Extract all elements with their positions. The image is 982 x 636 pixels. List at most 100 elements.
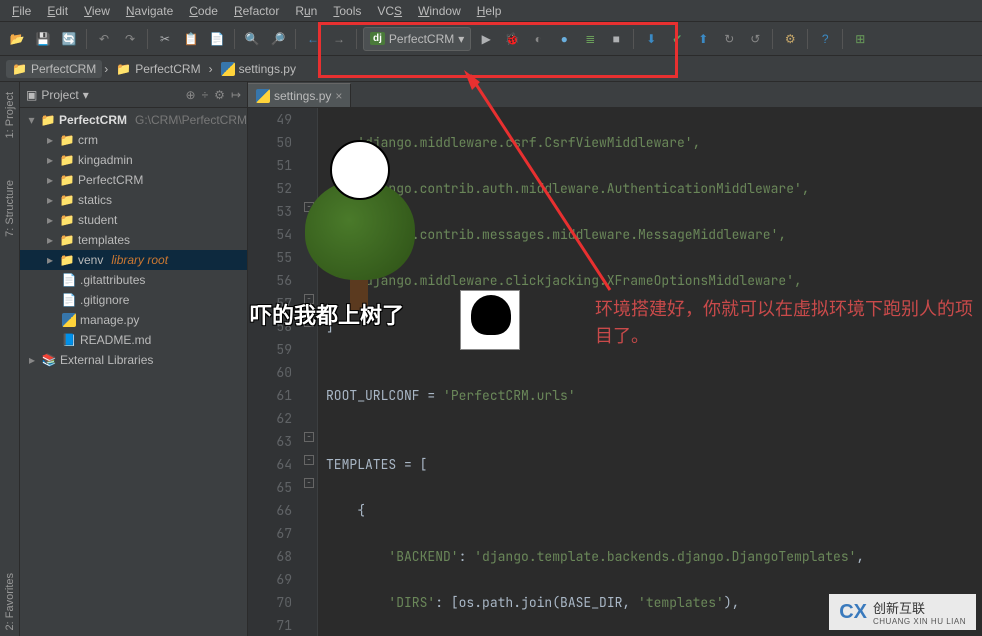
vcs-push-icon[interactable]: ⬆: [692, 28, 714, 50]
structure-tool-tab[interactable]: 7: Structure: [2, 174, 18, 243]
debug-button[interactable]: 🐞: [501, 28, 523, 50]
tree-folder-perfectcrm[interactable]: ▸ 📁 PerfectCRM: [20, 170, 247, 190]
chevron-right-icon: ›: [104, 62, 108, 76]
watermark-brand-py: CHUANG XIN HU LIAN: [873, 617, 966, 626]
chevron-down-icon: ▾: [458, 32, 464, 46]
project-view-icon: ▣: [26, 88, 37, 102]
left-tool-gutter: 1: Project 7: Structure 2: Favorites: [0, 82, 20, 636]
collapse-all-icon[interactable]: ⊕: [186, 88, 196, 102]
breadcrumb-folder[interactable]: 📁 PerfectCRM: [110, 60, 206, 78]
expand-icon[interactable]: ▸: [26, 353, 38, 367]
watermark: CX 创新互联 CHUANG XIN HU LIAN: [829, 594, 976, 630]
profile-button[interactable]: ●: [553, 28, 575, 50]
folder-icon: 📁: [41, 113, 55, 127]
open-icon[interactable]: 📂: [6, 28, 28, 50]
meme-sticker-tree: 吓的我都上树了: [300, 170, 420, 310]
expand-icon[interactable]: ▸: [44, 213, 56, 227]
toolbar: 📂 💾 🔄 ↶ ↷ ✂ 📋 📄 🔍 🔎 ← → dj PerfectCRM ▾ …: [0, 22, 982, 56]
tree-file-gitignore[interactable]: 📄 .gitignore: [20, 290, 247, 310]
menu-code[interactable]: Code: [181, 2, 226, 20]
library-folder-icon: 📁: [60, 253, 74, 267]
tree-root[interactable]: ▾ 📁 PerfectCRM G:\CRM\PerfectCRM: [20, 110, 247, 130]
project-panel: ▣ Project ▾ ⊕ ÷ ⚙ ↦ ▾ 📁 PerfectCRM G:\CR…: [20, 82, 248, 636]
text-file-icon: 📄: [62, 293, 76, 307]
breadcrumb-file[interactable]: settings.py: [215, 60, 302, 78]
vcs-revert-icon[interactable]: ↺: [744, 28, 766, 50]
breadcrumb-root[interactable]: 📁 PerfectCRM: [6, 60, 102, 78]
editor-tab-bar: settings.py ×: [248, 82, 982, 108]
close-tab-icon[interactable]: ×: [335, 89, 342, 103]
help-icon[interactable]: ?: [814, 28, 836, 50]
project-tool-tab[interactable]: 1: Project: [2, 86, 18, 144]
menu-vcs[interactable]: VCS: [369, 2, 410, 20]
run-button[interactable]: ▶: [475, 28, 497, 50]
expand-icon[interactable]: ▸: [44, 173, 56, 187]
copy-icon[interactable]: 📋: [180, 28, 202, 50]
editor-tab-settings[interactable]: settings.py ×: [248, 83, 351, 107]
menu-help[interactable]: Help: [469, 2, 510, 20]
breadcrumb-bar: 📁 PerfectCRM › 📁 PerfectCRM › settings.p…: [0, 56, 982, 82]
expand-icon[interactable]: ▸: [44, 253, 56, 267]
menu-refactor[interactable]: Refactor: [226, 2, 287, 20]
templates-folder-icon: 📁: [60, 233, 74, 247]
cut-icon[interactable]: ✂: [154, 28, 176, 50]
menu-run[interactable]: Run: [287, 2, 325, 20]
project-panel-header: ▣ Project ▾ ⊕ ÷ ⚙ ↦: [20, 82, 247, 108]
tree-folder-templates[interactable]: ▸ 📁 templates: [20, 230, 247, 250]
project-panel-title: Project: [41, 88, 78, 102]
replace-icon[interactable]: 🔎: [267, 28, 289, 50]
tree-folder-kingadmin[interactable]: ▸ 📁 kingadmin: [20, 150, 247, 170]
paste-icon[interactable]: 📄: [206, 28, 228, 50]
gear-icon[interactable]: ⚙: [214, 88, 225, 102]
redo-icon[interactable]: ↷: [119, 28, 141, 50]
vcs-commit-icon[interactable]: ✔: [666, 28, 688, 50]
fold-marker-icon[interactable]: −: [304, 478, 314, 488]
tree-folder-venv[interactable]: ▸ 📁 venv library root: [20, 250, 247, 270]
expand-icon[interactable]: ▸: [44, 233, 56, 247]
menu-navigate[interactable]: Navigate: [118, 2, 181, 20]
meme-sticker-face: [460, 290, 520, 350]
line-number-gutter: 4950515253545556575859606162636465666768…: [248, 108, 302, 636]
tree-folder-statics[interactable]: ▸ 📁 statics: [20, 190, 247, 210]
menu-file[interactable]: File: [4, 2, 39, 20]
concurrency-button[interactable]: ≣: [579, 28, 601, 50]
tree-file-readme[interactable]: 📘 README.md: [20, 330, 247, 350]
tree-file-manage[interactable]: manage.py: [20, 310, 247, 330]
menu-tools[interactable]: Tools: [325, 2, 369, 20]
back-icon[interactable]: ←: [302, 28, 324, 50]
undo-icon[interactable]: ↶: [93, 28, 115, 50]
expand-icon[interactable]: ▾: [26, 113, 37, 127]
fold-marker-icon[interactable]: −: [304, 455, 314, 465]
stop-button[interactable]: ■: [605, 28, 627, 50]
vcs-history-icon[interactable]: ↻: [718, 28, 740, 50]
chevron-down-icon[interactable]: ▾: [83, 88, 89, 102]
tree-folder-student[interactable]: ▸ 📁 student: [20, 210, 247, 230]
menu-view[interactable]: View: [76, 2, 118, 20]
save-all-icon[interactable]: 💾: [32, 28, 54, 50]
expand-icon[interactable]: ▸: [44, 133, 56, 147]
expand-icon[interactable]: ▸: [44, 193, 56, 207]
forward-icon[interactable]: →: [328, 28, 350, 50]
vcs-update-icon[interactable]: ⬇: [640, 28, 662, 50]
sync-icon[interactable]: 🔄: [58, 28, 80, 50]
tree-external-libs[interactable]: ▸ 📚 External Libraries: [20, 350, 247, 370]
run-configuration-selector[interactable]: dj PerfectCRM ▾: [363, 27, 471, 51]
tree-file-gitattributes[interactable]: 📄 .gitattributes: [20, 270, 247, 290]
chevron-right-icon: ›: [209, 62, 213, 76]
find-icon[interactable]: 🔍: [241, 28, 263, 50]
hide-icon[interactable]: ↦: [231, 88, 241, 102]
python-file-icon: [221, 62, 235, 76]
favorites-tool-tab[interactable]: 2: Favorites: [2, 567, 18, 636]
fold-marker-icon[interactable]: −: [304, 432, 314, 442]
watermark-brand-cn: 创新互联: [873, 598, 966, 617]
structure-icon[interactable]: ⊞: [849, 28, 871, 50]
watermark-logo: CX: [839, 601, 867, 624]
project-tree: ▾ 📁 PerfectCRM G:\CRM\PerfectCRM ▸ 📁 crm…: [20, 108, 247, 636]
menu-window[interactable]: Window: [410, 2, 469, 20]
menu-edit[interactable]: Edit: [39, 2, 76, 20]
expand-icon[interactable]: ▸: [44, 153, 56, 167]
scroll-from-source-icon[interactable]: ÷: [202, 88, 209, 102]
settings-icon[interactable]: ⚙: [779, 28, 801, 50]
tree-folder-crm[interactable]: ▸ 📁 crm: [20, 130, 247, 150]
coverage-button[interactable]: ◐: [527, 28, 549, 50]
